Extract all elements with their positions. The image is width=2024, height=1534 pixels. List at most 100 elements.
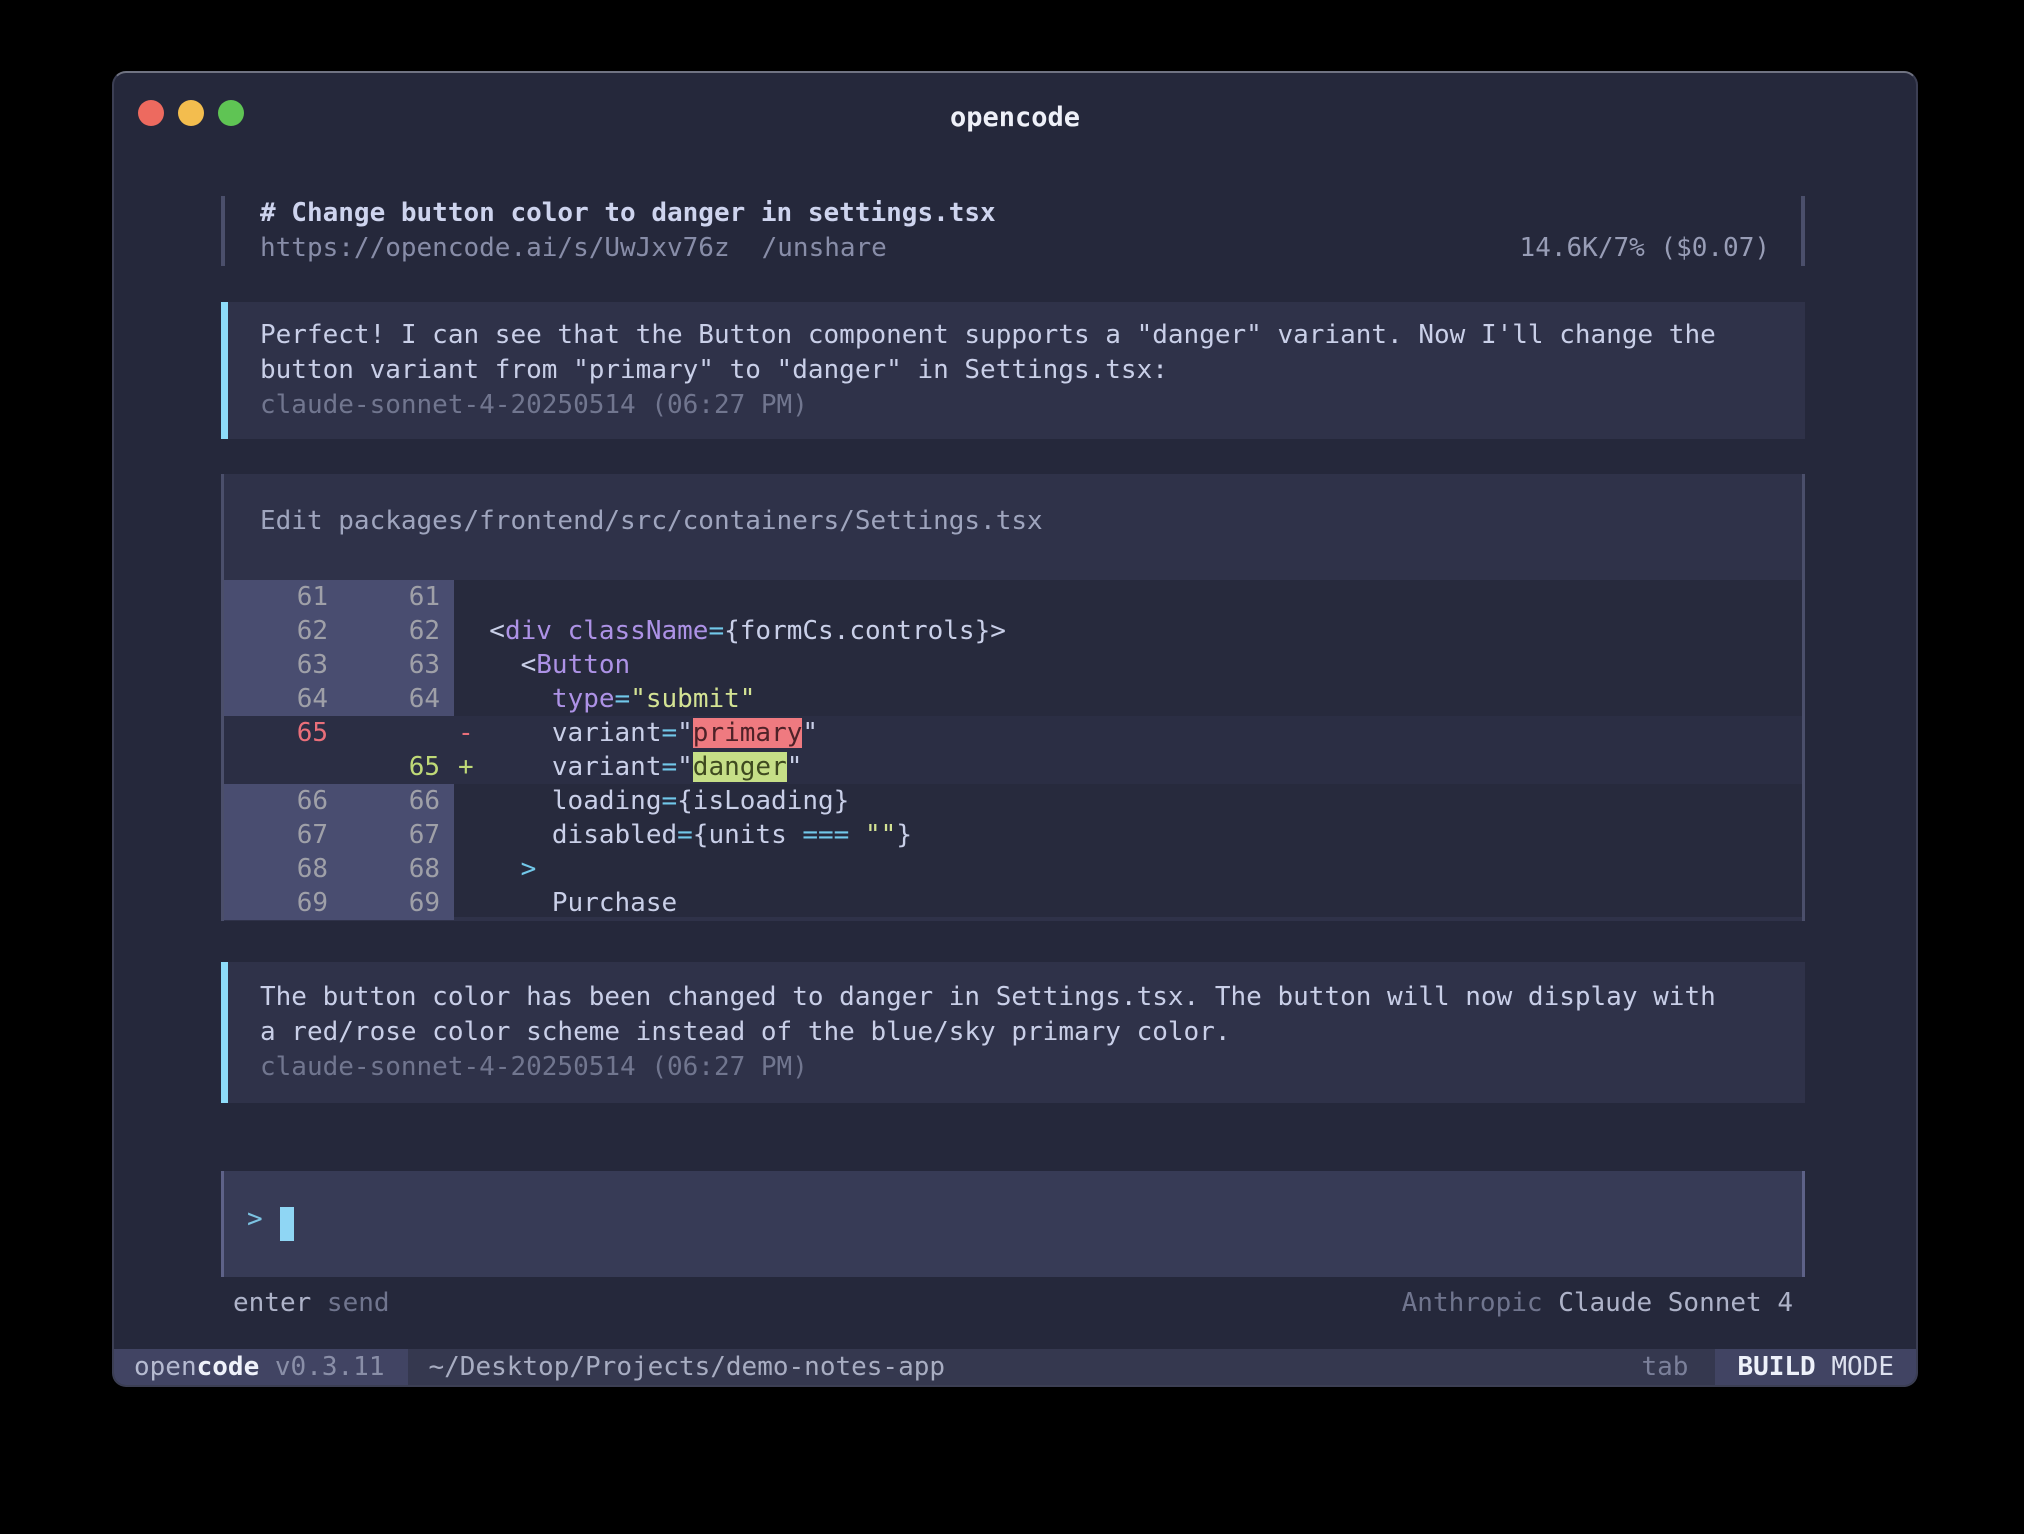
- diff-row: 6767 disabled={units === ""}: [224, 818, 1802, 852]
- assistant-message: The button color has been changed to dan…: [221, 962, 1805, 1103]
- code-segment: ": [802, 718, 818, 748]
- diff-row: 6868 >: [224, 852, 1802, 886]
- diff-old-line-number: 67: [224, 818, 342, 852]
- diff-row: 65+ variant="danger": [224, 750, 1802, 784]
- diff-old-line-number: 68: [224, 852, 342, 886]
- diff-code-line: <div className={formCs.controls}>: [454, 614, 1802, 648]
- diff-code-line: >: [454, 852, 1802, 886]
- titlebar: opencode: [114, 73, 1916, 153]
- diff-marker: [458, 852, 474, 886]
- code-segment: [474, 684, 552, 714]
- diff-marker: [458, 648, 474, 682]
- code-segment: div className: [505, 616, 709, 646]
- message-line: button variant from "primary" to "danger…: [260, 353, 1805, 388]
- token-usage: 14.6K/7% ($0.07): [1520, 231, 1770, 266]
- opencode-window: opencode # Change button color to danger…: [112, 71, 1918, 1387]
- code-segment: "submit": [630, 684, 755, 714]
- tab-key-hint[interactable]: tab: [1641, 1352, 1688, 1382]
- code-segment: <: [474, 650, 537, 680]
- code-segment: =: [708, 616, 724, 646]
- diff-new-line-number: 64: [342, 682, 454, 716]
- code-segment: =: [677, 820, 693, 850]
- prompt-symbol: >: [247, 1204, 263, 1234]
- screen: opencode # Change button color to danger…: [0, 0, 2024, 1534]
- model-timestamp: claude-sonnet-4-20250514 (06:27 PM): [260, 1050, 1805, 1085]
- diff-new-line-number: 62: [342, 614, 454, 648]
- diff-new-line-number: 67: [342, 818, 454, 852]
- code-segment: danger: [693, 752, 787, 782]
- session-subline: https://opencode.ai/s/UwJxv76z /unshare …: [260, 231, 1770, 266]
- prompt-input[interactable]: >: [221, 1171, 1805, 1277]
- app-version: v0.3.11: [259, 1352, 384, 1382]
- diff-row: 6666 loading={isLoading}: [224, 784, 1802, 818]
- message-line: The button color has been changed to dan…: [260, 980, 1805, 1015]
- diff-row: 6262 <div className={formCs.controls}>: [224, 614, 1802, 648]
- session-header: # Change button color to danger in setti…: [221, 196, 1805, 266]
- text-cursor: [280, 1207, 294, 1241]
- diff-old-line-number: 61: [224, 580, 342, 614]
- diff-new-line-number: 61: [342, 580, 454, 614]
- diff-table: 6161 6262 <div className={formCs.control…: [224, 580, 1802, 917]
- window-title: opencode: [114, 102, 1916, 133]
- diff-marker: [458, 818, 474, 852]
- diff-old-line-number: 65: [224, 716, 342, 750]
- enter-key-hint: enter: [233, 1285, 311, 1321]
- app-name-code: code: [197, 1352, 260, 1382]
- model-timestamp: claude-sonnet-4-20250514 (06:27 PM): [260, 388, 1805, 423]
- diff-old-line-number: 64: [224, 682, 342, 716]
- code-segment: ": [787, 752, 803, 782]
- diff-code-line: - variant="primary": [454, 716, 1802, 750]
- code-segment: =: [661, 752, 677, 782]
- code-segment: Purchase: [474, 888, 678, 918]
- diff-marker: +: [458, 750, 474, 784]
- model-label: Claude Sonnet 4: [1543, 1285, 1793, 1321]
- hints-row: enter send Anthropic Claude Sonnet 4: [221, 1285, 1805, 1321]
- code-segment: {units: [693, 820, 803, 850]
- diff-new-line-number: 68: [342, 852, 454, 886]
- diff-code-line: type="submit": [454, 682, 1802, 716]
- diff-row: 6363 <Button: [224, 648, 1802, 682]
- diff-code-line: loading={isLoading}: [454, 784, 1802, 818]
- diff-old-line-number: 63: [224, 648, 342, 682]
- provider-label: Anthropic: [1402, 1285, 1543, 1321]
- edit-tool-block: Edit packages/frontend/src/containers/Se…: [221, 474, 1805, 921]
- diff-old-line-number: [224, 750, 342, 784]
- code-segment: >: [521, 854, 537, 884]
- session-title: # Change button color to danger in setti…: [260, 196, 1770, 231]
- code-segment: {formCs.controls}>: [724, 616, 1006, 646]
- code-segment: <: [474, 616, 505, 646]
- diff-marker: [458, 682, 474, 716]
- code-segment: {isLoading}: [677, 786, 849, 816]
- diff-new-line-number: 63: [342, 648, 454, 682]
- message-line: Perfect! I can see that the Button compo…: [260, 318, 1805, 353]
- app-name-open: open: [134, 1352, 197, 1382]
- code-segment: =: [661, 786, 677, 816]
- diff-row: 6464 type="submit": [224, 682, 1802, 716]
- diff-old-line-number: 69: [224, 886, 342, 920]
- working-directory: ~/Desktop/Projects/demo-notes-app: [428, 1352, 945, 1382]
- diff-marker: [458, 784, 474, 818]
- diff-row: 65 - variant="primary": [224, 716, 1802, 750]
- build-mode-segment: BUILD MODE: [1715, 1349, 1916, 1385]
- mode-secondary: MODE: [1816, 1352, 1894, 1382]
- diff-old-line-number: 66: [224, 784, 342, 818]
- spacer: [887, 231, 1520, 266]
- code-segment: primary: [693, 718, 803, 748]
- send-hint-label: send: [311, 1285, 389, 1321]
- diff-row: 6161: [224, 580, 1802, 614]
- app-version-segment: open code v0.3.11: [114, 1349, 408, 1385]
- code-segment: }: [896, 820, 912, 850]
- code-segment: ": [677, 718, 693, 748]
- code-segment: "": [865, 820, 896, 850]
- diff-new-line-number: [342, 716, 454, 750]
- diff-code-line: + variant="danger": [454, 750, 1802, 784]
- code-segment: [849, 820, 865, 850]
- assistant-message: Perfect! I can see that the Button compo…: [221, 302, 1805, 439]
- code-segment: type: [552, 684, 615, 714]
- diff-marker: [458, 614, 474, 648]
- code-segment: variant: [474, 718, 662, 748]
- message-line: a red/rose color scheme instead of the b…: [260, 1015, 1805, 1050]
- diff-code-line: Purchase: [454, 886, 1802, 920]
- diff-marker: [458, 886, 474, 920]
- status-bar: open code v0.3.11 ~/Desktop/Projects/dem…: [114, 1349, 1916, 1385]
